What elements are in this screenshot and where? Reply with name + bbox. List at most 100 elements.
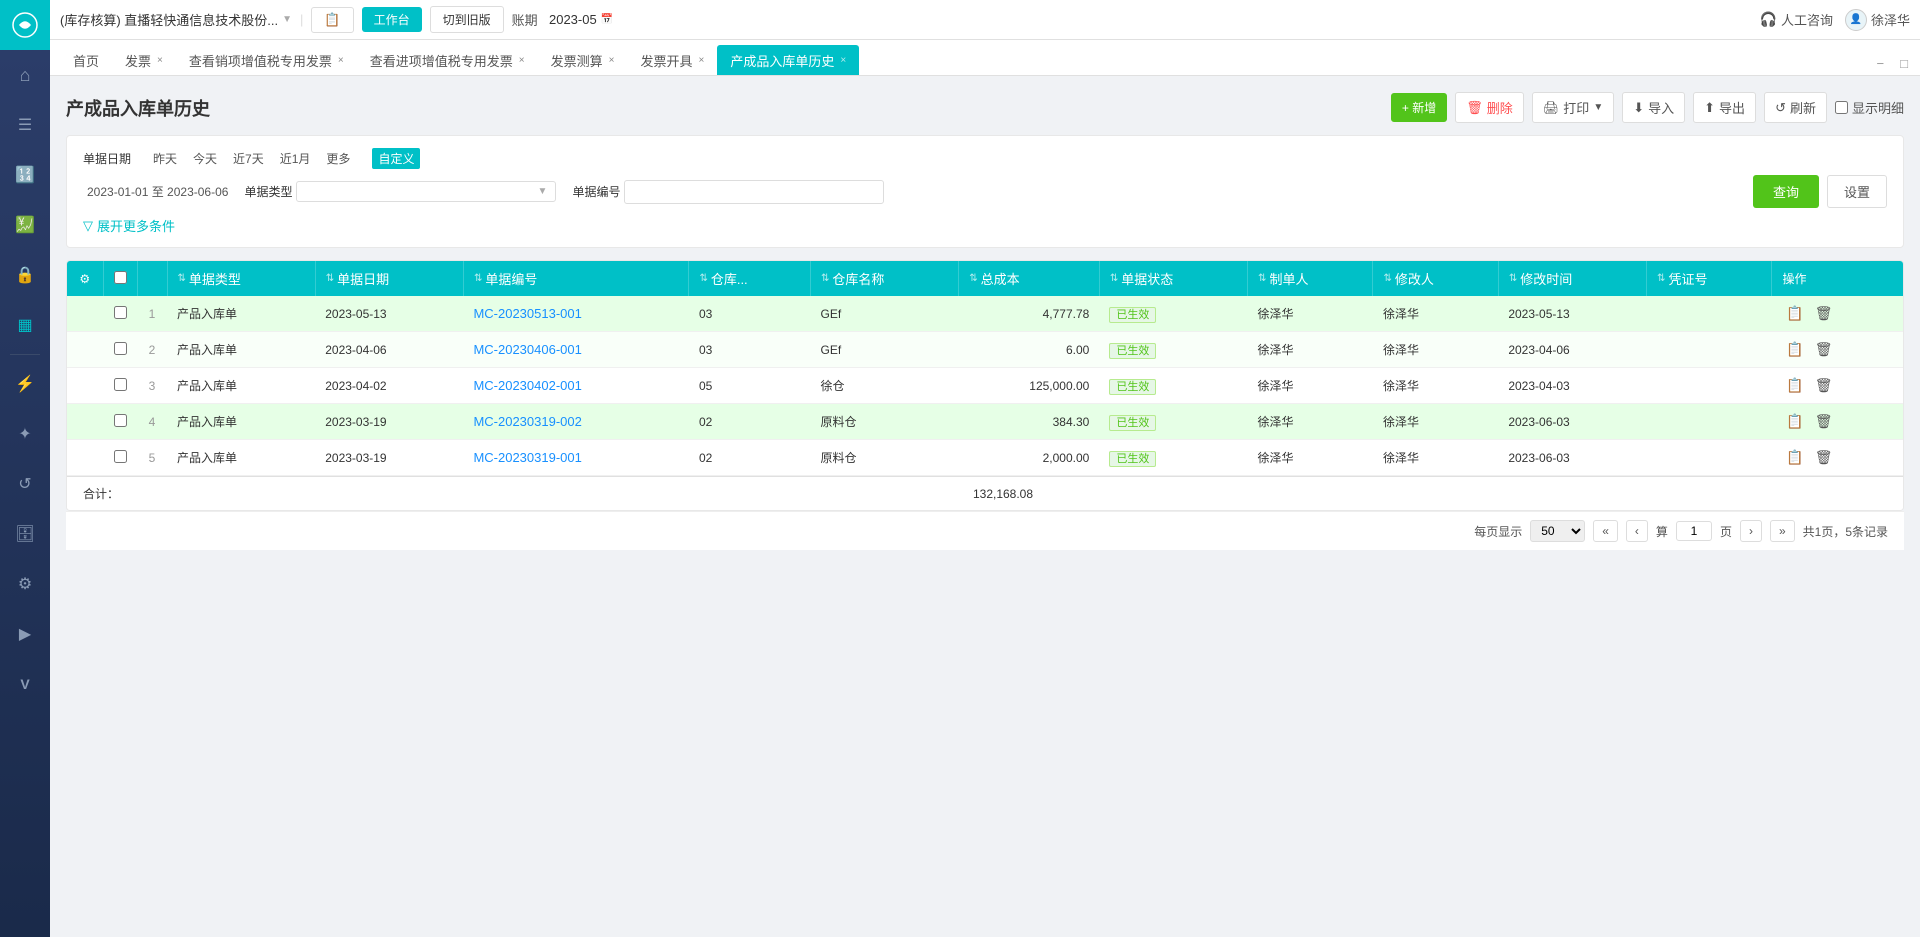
old-version-button[interactable]: 切到旧版	[430, 6, 504, 33]
th-voucher[interactable]: ⇅凭证号	[1647, 261, 1772, 296]
th-checkbox[interactable]	[103, 261, 137, 296]
sidebar-item-tax[interactable]: 💹	[0, 200, 50, 250]
print-dropdown-icon[interactable]: ▼	[1593, 102, 1603, 113]
edit-btn[interactable]: 📋	[1782, 375, 1807, 396]
shortcut-custom[interactable]: 自定义	[372, 148, 420, 169]
number-filter-input[interactable]	[624, 180, 884, 204]
delete-row-btn[interactable]: 🗑	[1811, 339, 1837, 360]
first-page-btn[interactable]: «	[1593, 520, 1618, 542]
tab-invoice-calc[interactable]: 发票测算 ×	[538, 45, 628, 75]
cell-checkbox[interactable]	[103, 296, 137, 332]
cell-checkbox[interactable]	[103, 332, 137, 368]
page-number-input[interactable]	[1676, 521, 1712, 541]
show-detail-checkbox[interactable]	[1835, 101, 1848, 114]
sidebar-item-version[interactable]: V	[0, 659, 50, 709]
last-page-btn[interactable]: »	[1770, 520, 1795, 542]
company-dropdown-icon[interactable]: ▼	[282, 14, 292, 25]
tab-invoice-open[interactable]: 发票开具 ×	[627, 45, 717, 75]
tab-home[interactable]: 首页	[60, 45, 112, 75]
sidebar-item-refresh2[interactable]: ↺	[0, 459, 50, 509]
edit-btn[interactable]: 📋	[1782, 447, 1807, 468]
sidebar-item-video[interactable]: ▶	[0, 609, 50, 659]
row-checkbox[interactable]	[114, 306, 127, 319]
row-checkbox[interactable]	[114, 414, 127, 427]
shortcut-more[interactable]: 更多	[320, 148, 356, 169]
th-warehouse-code[interactable]: ⇅仓库...	[689, 261, 811, 296]
th-number[interactable]: ⇅单据编号	[463, 261, 689, 296]
sidebar-item-home[interactable]: ⌂	[0, 50, 50, 100]
number-link[interactable]: MC-20230402-001	[473, 378, 581, 393]
cell-number[interactable]: MC-20230402-001	[463, 368, 689, 404]
cell-number[interactable]: MC-20230319-001	[463, 440, 689, 476]
row-checkbox[interactable]	[114, 378, 127, 391]
tab-check-sales-vat[interactable]: 查看销项增值税专用发票 ×	[176, 45, 357, 75]
page-size-select[interactable]: 50 100 200	[1530, 520, 1585, 542]
expand-button[interactable]: ▽ 展开更多条件	[83, 216, 1887, 235]
cell-number[interactable]: MC-20230319-002	[463, 404, 689, 440]
edit-btn[interactable]: 📋	[1782, 411, 1807, 432]
import-button[interactable]: ⬇ 导入	[1622, 92, 1685, 123]
delete-row-btn[interactable]: 🗑	[1811, 303, 1837, 324]
sidebar-logo[interactable]	[0, 0, 50, 50]
cell-checkbox[interactable]	[103, 404, 137, 440]
th-type[interactable]: ⇅单据类型	[167, 261, 315, 296]
th-total-cost[interactable]: ⇅总成本	[959, 261, 1100, 296]
shortcut-7days[interactable]: 近7天	[227, 148, 270, 169]
sidebar-item-inventory[interactable]: ▦	[0, 300, 50, 350]
period-calendar-icon[interactable]: 📅	[601, 14, 613, 25]
doc-type-btn[interactable]: 📋	[311, 7, 353, 33]
sidebar-item-settings2[interactable]: ⚙	[0, 559, 50, 609]
row-checkbox[interactable]	[114, 450, 127, 463]
number-link[interactable]: MC-20230406-001	[473, 342, 581, 357]
refresh-button[interactable]: ↺ 刷新	[1764, 92, 1827, 123]
th-modifier[interactable]: ⇅修改人	[1373, 261, 1498, 296]
delete-button[interactable]: 🗑 删除	[1455, 92, 1524, 123]
query-button[interactable]: 查询	[1753, 175, 1819, 208]
human-service[interactable]: 🎧 人工咨询	[1760, 10, 1833, 29]
sidebar-item-chart[interactable]: 🔢	[0, 150, 50, 200]
shortcut-today[interactable]: 今天	[187, 148, 223, 169]
workbench-button[interactable]: 工作台	[362, 7, 422, 32]
cell-checkbox[interactable]	[103, 440, 137, 476]
company-selector[interactable]: (库存核算) 直播轻快通信息技术股份... ▼	[60, 10, 292, 29]
tab-product-inbound-close[interactable]: ×	[840, 55, 846, 66]
tab-check-sales-vat-close[interactable]: ×	[338, 55, 344, 66]
row-checkbox[interactable]	[114, 342, 127, 355]
tab-check-purchase-vat[interactable]: 查看进项增值税专用发票 ×	[357, 45, 538, 75]
delete-row-btn[interactable]: 🗑	[1811, 411, 1837, 432]
delete-row-btn[interactable]: 🗑	[1811, 447, 1837, 468]
tab-invoice[interactable]: 发票 ×	[112, 45, 176, 75]
print-button[interactable]: 🖨 打印 ▼	[1532, 92, 1614, 123]
th-warehouse-name[interactable]: ⇅仓库名称	[811, 261, 959, 296]
export-button[interactable]: ⬆ 导出	[1693, 92, 1756, 123]
type-filter-input[interactable]: ▼	[296, 181, 556, 202]
th-status[interactable]: ⇅单据状态	[1099, 261, 1247, 296]
tabbar-maximize-btn[interactable]: □	[1896, 52, 1912, 75]
tab-product-inbound[interactable]: 产成品入库单历史 ×	[717, 45, 859, 75]
tab-invoice-close[interactable]: ×	[157, 55, 163, 66]
th-modify-time[interactable]: ⇅修改时间	[1498, 261, 1646, 296]
sidebar-item-doc[interactable]: ☰	[0, 100, 50, 150]
next-page-btn[interactable]: ›	[1740, 520, 1762, 542]
th-settings[interactable]: ⚙	[67, 261, 103, 296]
shortcut-1month[interactable]: 近1月	[274, 148, 317, 169]
tabbar-minimize-btn[interactable]: −	[1873, 52, 1889, 75]
th-creator[interactable]: ⇅制单人	[1248, 261, 1373, 296]
th-date[interactable]: ⇅单据日期	[315, 261, 463, 296]
shortcut-yesterday[interactable]: 昨天	[147, 148, 183, 169]
set-button[interactable]: 设置	[1827, 175, 1887, 208]
tab-check-purchase-vat-close[interactable]: ×	[519, 55, 525, 66]
sidebar-item-module[interactable]: ⚡	[0, 359, 50, 409]
cell-number[interactable]: MC-20230406-001	[463, 332, 689, 368]
cell-number[interactable]: MC-20230513-001	[463, 296, 689, 332]
number-link[interactable]: MC-20230319-002	[473, 414, 581, 429]
delete-row-btn[interactable]: 🗑	[1811, 375, 1837, 396]
number-link[interactable]: MC-20230319-001	[473, 450, 581, 465]
tab-invoice-open-close[interactable]: ×	[698, 55, 704, 66]
prev-page-btn[interactable]: ‹	[1626, 520, 1648, 542]
edit-btn[interactable]: 📋	[1782, 303, 1807, 324]
sidebar-item-stamp[interactable]: ✦	[0, 409, 50, 459]
edit-btn[interactable]: 📋	[1782, 339, 1807, 360]
select-all-checkbox[interactable]	[114, 271, 127, 284]
tab-invoice-calc-close[interactable]: ×	[609, 55, 615, 66]
